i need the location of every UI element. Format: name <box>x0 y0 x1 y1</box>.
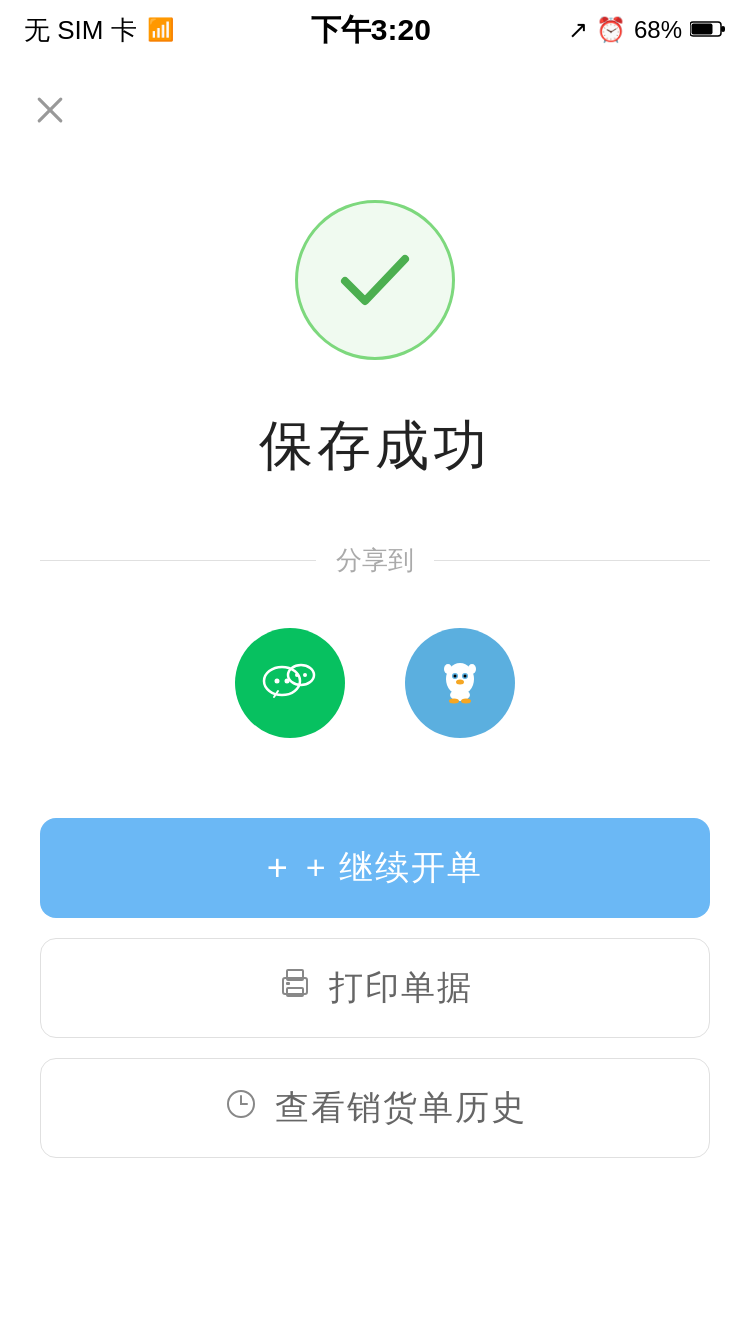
checkmark-icon <box>330 235 420 325</box>
battery-label: 68% <box>634 16 682 44</box>
close-button[interactable] <box>20 80 80 140</box>
svg-point-5 <box>264 667 300 695</box>
svg-point-21 <box>468 664 476 674</box>
print-icon <box>277 966 313 1010</box>
svg-point-18 <box>449 699 459 704</box>
alarm-icon: ⏰ <box>596 16 626 44</box>
success-title: 保存成功 <box>259 410 491 483</box>
status-left: 无 SIM 卡 📶 <box>24 13 174 48</box>
svg-rect-25 <box>286 982 290 985</box>
status-right: ↗ ⏰ 68% <box>568 16 726 44</box>
svg-rect-1 <box>721 26 725 32</box>
svg-point-10 <box>303 673 307 677</box>
plus-icon: + <box>267 847 290 889</box>
svg-point-16 <box>464 675 467 678</box>
svg-point-8 <box>285 679 290 684</box>
close-icon <box>32 92 68 128</box>
divider-line-left <box>40 560 316 561</box>
location-icon: ↗ <box>568 16 588 44</box>
svg-point-20 <box>444 664 452 674</box>
svg-point-17 <box>456 680 464 685</box>
qq-icon <box>428 651 492 715</box>
share-icons <box>235 628 515 738</box>
svg-point-9 <box>295 673 299 677</box>
svg-rect-2 <box>691 24 712 35</box>
share-divider: 分享到 <box>40 543 710 578</box>
wifi-icon: 📶 <box>147 17 174 43</box>
action-buttons: + + 继续开单 打印单据 查看销货单历 <box>40 818 710 1158</box>
main-content: 保存成功 分享到 <box>0 140 750 1334</box>
no-sim-label: 无 SIM 卡 <box>24 13 137 48</box>
success-circle <box>295 200 455 360</box>
battery-icon <box>690 16 726 44</box>
history-button[interactable]: 查看销货单历史 <box>40 1058 710 1158</box>
wechat-share-button[interactable] <box>235 628 345 738</box>
continue-order-button[interactable]: + + 继续开单 <box>40 818 710 918</box>
print-button[interactable]: 打印单据 <box>40 938 710 1038</box>
qq-share-button[interactable] <box>405 628 515 738</box>
svg-point-19 <box>461 699 471 704</box>
svg-point-7 <box>275 679 280 684</box>
divider-line-right <box>434 560 710 561</box>
share-label: 分享到 <box>336 543 414 578</box>
continue-order-label: + 继续开单 <box>306 845 483 891</box>
print-label: 打印单据 <box>329 965 473 1011</box>
history-icon <box>223 1086 259 1130</box>
wechat-icon <box>258 651 322 715</box>
svg-point-15 <box>454 675 457 678</box>
status-bar: 无 SIM 卡 📶 下午3:20 ↗ ⏰ 68% <box>0 0 750 60</box>
history-label: 查看销货单历史 <box>275 1085 527 1131</box>
status-time: 下午3:20 <box>311 10 431 51</box>
